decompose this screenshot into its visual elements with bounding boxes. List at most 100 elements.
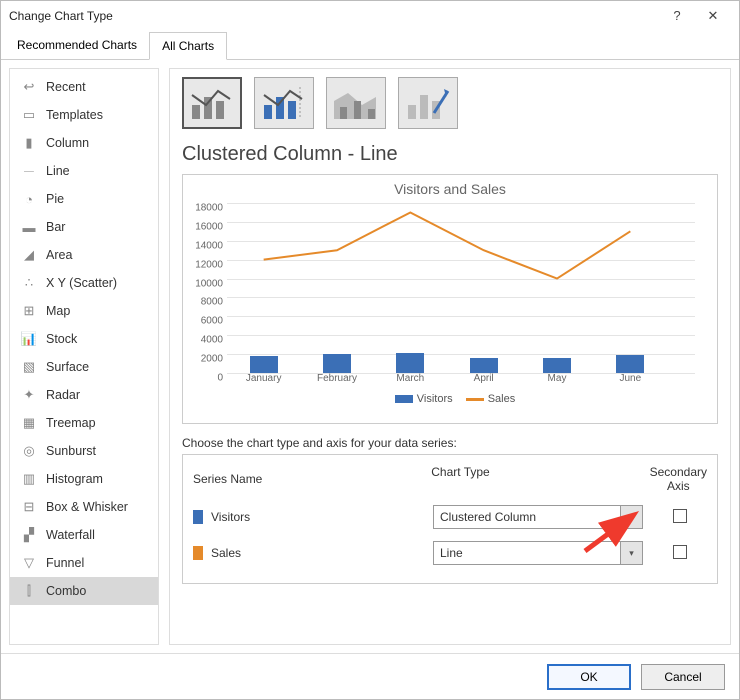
sidebar-label: Treemap xyxy=(46,416,96,430)
sidebar-label: Templates xyxy=(46,108,103,122)
category-icon: ∴ xyxy=(20,274,38,292)
subtype-custom-combo[interactable] xyxy=(398,77,458,129)
category-icon: ⏤ xyxy=(20,162,38,180)
sidebar-item-funnel[interactable]: ▽ Funnel xyxy=(10,549,158,577)
tab-recommended-charts[interactable]: Recommended Charts xyxy=(5,32,149,60)
window-title: Change Chart Type xyxy=(9,9,113,23)
category-icon: ▥ xyxy=(20,470,38,488)
x-label: May xyxy=(548,373,567,384)
dialog-footer: OK Cancel xyxy=(1,653,739,699)
sidebar-item-column[interactable]: ▮ Column xyxy=(10,129,158,157)
sidebar-item-sunburst[interactable]: ◎Sunburst xyxy=(10,437,158,465)
category-icon: ▽ xyxy=(20,554,38,572)
sidebar-item-recent[interactable]: ↩ Recent xyxy=(10,73,158,101)
sidebar-label: Recent xyxy=(46,80,86,94)
x-label: March xyxy=(396,373,424,384)
sidebar-item-map[interactable]: ⊞ Map xyxy=(10,297,158,325)
sidebar-label: Radar xyxy=(46,388,80,402)
series-header-row: Series Name Chart Type Secondary Axis xyxy=(193,461,707,499)
sidebar-item-radar[interactable]: ✦ Radar xyxy=(10,381,158,409)
sidebar-label: Line xyxy=(46,164,70,178)
cancel-button[interactable]: Cancel xyxy=(641,664,725,690)
series-row-sales: Sales Line ▾ xyxy=(193,535,707,571)
help-button[interactable]: ? xyxy=(659,4,695,28)
series-type-dropdown-sales[interactable]: Line ▾ xyxy=(433,541,643,565)
subtype-clustered-column-line[interactable] xyxy=(182,77,242,129)
category-icon: ▧ xyxy=(20,358,38,376)
dropdown-value: Line xyxy=(434,546,620,560)
sidebar-item-bar[interactable]: ▬Bar xyxy=(10,213,158,241)
sidebar-label: Stock xyxy=(46,332,77,346)
line-layer xyxy=(227,203,695,373)
subtype-stacked-area-column[interactable] xyxy=(326,77,386,129)
x-label: February xyxy=(317,373,357,384)
sidebar-label: Column xyxy=(46,136,89,150)
sidebar-item-box-whisker[interactable]: ⊟Box & Whisker xyxy=(10,493,158,521)
sidebar-label: Sunburst xyxy=(46,444,96,458)
sidebar-item-line[interactable]: ⏤ Line xyxy=(10,157,158,185)
sidebar-item-surface[interactable]: ▧ Surface xyxy=(10,353,158,381)
category-icon: ✦ xyxy=(20,386,38,404)
sidebar-item-pie[interactable]: ◔ Pie xyxy=(10,185,158,213)
secondary-axis-checkbox-sales[interactable] xyxy=(673,545,687,559)
series-header-name: Series Name xyxy=(193,465,431,493)
category-icon: ◢ xyxy=(20,246,38,264)
plot-area: 0200040006000800010000120001400016000180… xyxy=(227,203,695,373)
legend-swatch-visitors xyxy=(395,395,413,403)
series-name-sales: Sales xyxy=(211,546,241,560)
sidebar-label: Area xyxy=(46,248,72,262)
sidebar-label: X Y (Scatter) xyxy=(46,276,117,290)
x-axis-labels: JanuaryFebruaryMarchAprilMayJune xyxy=(227,373,695,389)
tab-bar: Recommended Charts All Charts xyxy=(1,31,739,60)
main-panel: Clustered Column - Line Visitors and Sal… xyxy=(169,68,731,645)
change-chart-type-dialog: Change Chart Type ? ✕ Recommended Charts… xyxy=(0,0,740,700)
y-axis: 0200040006000800010000120001400016000180… xyxy=(191,203,225,373)
close-button[interactable]: ✕ xyxy=(695,4,731,28)
series-header-axis: Secondary Axis xyxy=(650,465,707,493)
category-icon: ▭ xyxy=(20,106,38,124)
sidebar-label: Box & Whisker xyxy=(46,500,128,514)
category-icon: ⫿ xyxy=(20,582,38,600)
category-icon: ↩ xyxy=(20,78,38,96)
category-icon: ▬ xyxy=(20,218,38,236)
chart-title: Visitors and Sales xyxy=(191,181,709,197)
series-swatch-icon xyxy=(193,510,203,524)
legend-label-visitors: Visitors xyxy=(417,393,453,405)
chart-legend: Visitors Sales xyxy=(191,393,709,405)
legend-label-sales: Sales xyxy=(488,393,516,405)
series-prompt: Choose the chart type and axis for your … xyxy=(182,436,718,450)
ok-button[interactable]: OK xyxy=(547,664,631,690)
sidebar-item-treemap[interactable]: ▦ Treemap xyxy=(10,409,158,437)
subtype-title: Clustered Column - Line xyxy=(182,143,718,166)
sidebar-label: Funnel xyxy=(46,556,84,570)
sidebar-item-x-y-scatter-[interactable]: ∴ X Y (Scatter) xyxy=(10,269,158,297)
sidebar-item-combo[interactable]: ⫿ Combo xyxy=(10,577,158,605)
category-icon: ▮ xyxy=(20,134,38,152)
series-type-dropdown-visitors[interactable]: Clustered Column ▾ xyxy=(433,505,643,529)
sidebar-item-stock[interactable]: 📊 Stock xyxy=(10,325,158,353)
chart-preview: Visitors and Sales 020004000600080001000… xyxy=(182,174,718,424)
series-swatch-icon xyxy=(193,546,203,560)
sidebar-label: Surface xyxy=(46,360,89,374)
sidebar-label: Map xyxy=(46,304,70,318)
category-icon: ⊞ xyxy=(20,302,38,320)
series-section: Choose the chart type and axis for your … xyxy=(182,436,718,584)
dropdown-value: Clustered Column xyxy=(434,510,620,524)
sidebar-label: Combo xyxy=(46,584,86,598)
series-name-visitors: Visitors xyxy=(211,510,250,524)
sidebar-item-histogram[interactable]: ▥Histogram xyxy=(10,465,158,493)
category-icon: ◔ xyxy=(20,190,38,208)
chevron-down-icon: ▾ xyxy=(620,542,642,564)
sidebar-item-waterfall[interactable]: ▞Waterfall xyxy=(10,521,158,549)
series-table: Series Name Chart Type Secondary Axis Vi… xyxy=(182,454,718,584)
subtype-clustered-column-line-secondary[interactable] xyxy=(254,77,314,129)
x-label: April xyxy=(474,373,494,384)
series-header-type: Chart Type xyxy=(431,465,649,493)
sidebar-item-templates[interactable]: ▭ Templates xyxy=(10,101,158,129)
category-icon: 📊 xyxy=(20,330,38,348)
category-icon: ▦ xyxy=(20,414,38,432)
sidebar-label: Pie xyxy=(46,192,64,206)
sidebar-item-area[interactable]: ◢ Area xyxy=(10,241,158,269)
tab-all-charts[interactable]: All Charts xyxy=(149,32,227,60)
secondary-axis-checkbox-visitors[interactable] xyxy=(673,509,687,523)
